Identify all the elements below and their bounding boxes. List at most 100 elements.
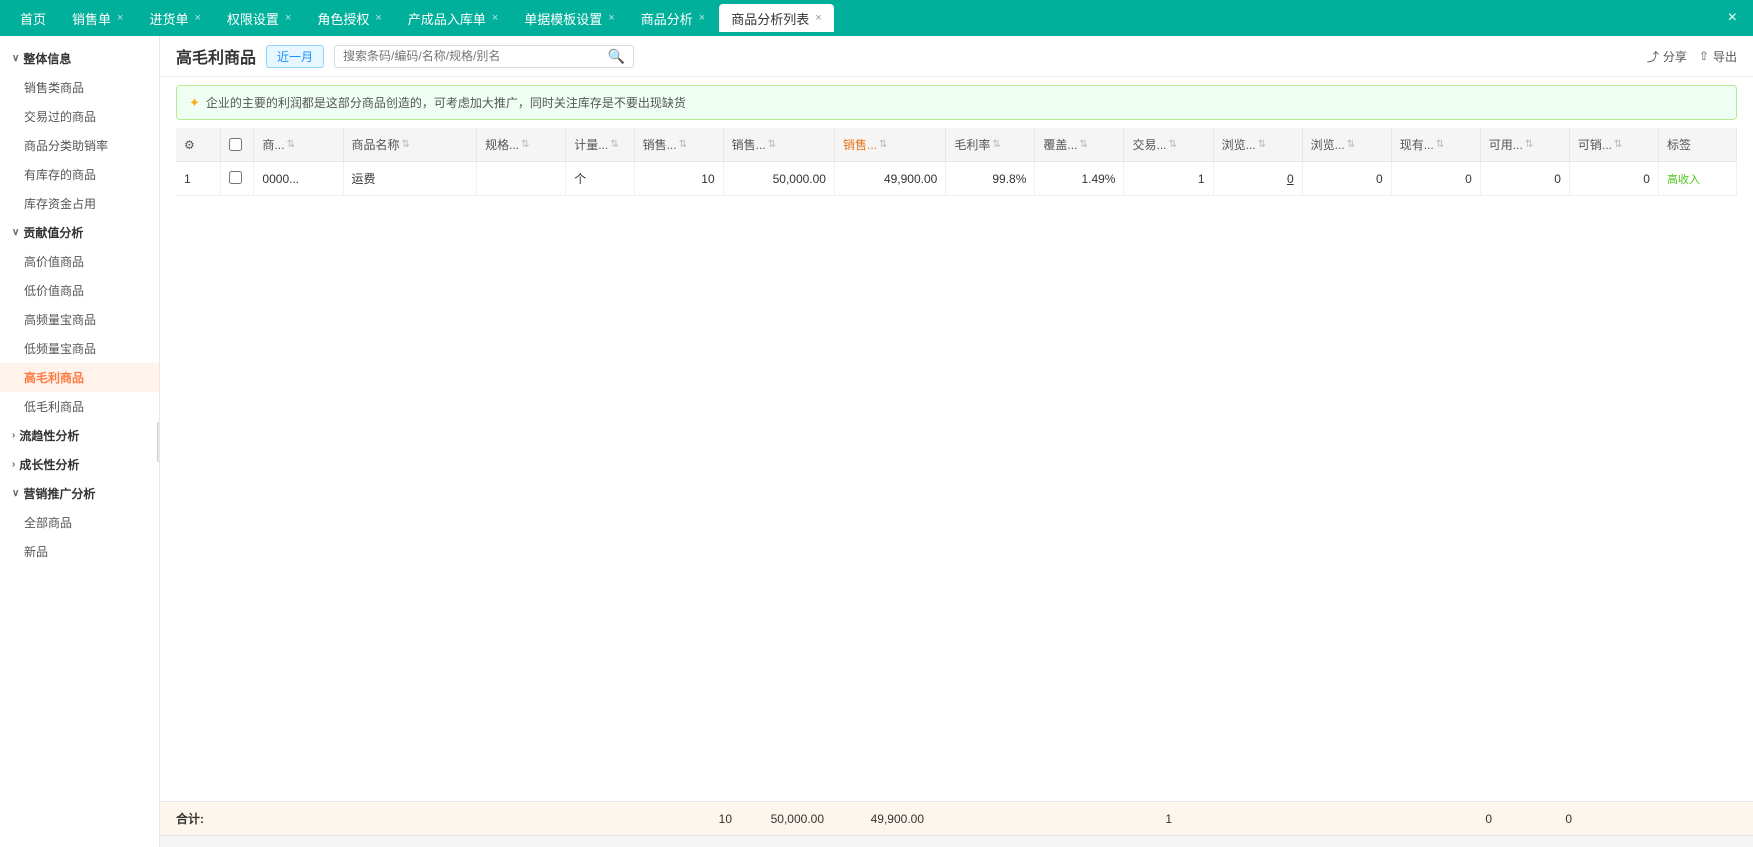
sidebar-group-marketing[interactable]: ∨ 营销推广分析: [0, 479, 159, 508]
select-all-checkbox[interactable]: [229, 138, 242, 151]
sidebar-item-new-goods[interactable]: 新品: [0, 537, 159, 566]
search-input[interactable]: [343, 49, 604, 63]
close-role-permissions[interactable]: ×: [375, 12, 381, 24]
export-icon: ⇧: [1699, 49, 1709, 63]
sort-code-icon: ⇅: [286, 139, 294, 150]
wealth-arrow: ∨: [12, 227, 19, 238]
close-product-analysis-list[interactable]: ×: [815, 12, 821, 24]
sidebar-collapse-button[interactable]: «: [157, 422, 160, 462]
growth-arrow: ›: [12, 459, 15, 470]
th-unit[interactable]: 计量...⇅: [566, 128, 634, 162]
th-browse2[interactable]: 浏览...⇅: [1302, 128, 1391, 162]
tab-purchase-order[interactable]: 进货单 ×: [137, 4, 212, 32]
close-product-analysis[interactable]: ×: [699, 12, 705, 24]
footer-trade: 1: [1092, 812, 1172, 826]
sidebar-group-overall[interactable]: ∨ 整体信息: [0, 44, 159, 73]
info-icon: ✦: [189, 95, 200, 111]
footer-sales-amount: 50,000.00: [732, 812, 832, 826]
close-sales-order[interactable]: ×: [117, 12, 123, 24]
th-browse1[interactable]: 浏览...⇅: [1213, 128, 1302, 162]
footer-label: 合计:: [176, 810, 226, 827]
close-permission-settings[interactable]: ×: [285, 12, 291, 24]
search-box: 🔍: [334, 45, 634, 68]
sidebar-item-high-margin[interactable]: 高毛利商品: [0, 363, 159, 392]
tab-sales-order[interactable]: 销售单 ×: [60, 4, 135, 32]
th-settings[interactable]: ⚙: [176, 128, 221, 162]
th-code[interactable]: 商...⇅: [254, 128, 343, 162]
footer-sales-profit: 49,900.00: [832, 812, 932, 826]
cell-browse1[interactable]: 0: [1213, 162, 1302, 196]
th-sales-amount[interactable]: 销售...⇅: [723, 128, 834, 162]
th-available[interactable]: 可用...⇅: [1480, 128, 1569, 162]
th-spec[interactable]: 规格...⇅: [477, 128, 566, 162]
sort-sales-amount-icon: ⇅: [768, 139, 776, 150]
th-coverage[interactable]: 覆盖...⇅: [1035, 128, 1124, 162]
filter-month-button[interactable]: 近一月: [266, 45, 324, 68]
sidebar-item-traded-goods[interactable]: 交易过的商品: [0, 102, 159, 131]
cell-available: 0: [1480, 162, 1569, 196]
sidebar-item-low-frequency[interactable]: 低频量宝商品: [0, 334, 159, 363]
cell-current: 0: [1391, 162, 1480, 196]
bottom-scrollbar[interactable]: [160, 835, 1753, 847]
cell-trade: 1: [1124, 162, 1213, 196]
cell-sales-profit: 49,900.00: [834, 162, 945, 196]
sort-sales-qty-icon: ⇅: [679, 139, 687, 150]
tab-product-analysis[interactable]: 商品分析 ×: [629, 4, 717, 32]
export-button[interactable]: ⇧ 导出: [1699, 48, 1737, 65]
sidebar-item-goods-assist-rate[interactable]: 商品分类助销率: [0, 131, 159, 160]
cell-code[interactable]: 0000...: [254, 162, 343, 196]
sidebar-item-inventory-goods[interactable]: 有库存的商品: [0, 160, 159, 189]
th-name[interactable]: 商品名称⇅: [343, 128, 477, 162]
th-sales-qty[interactable]: 销售...⇅: [634, 128, 723, 162]
sidebar-item-high-value[interactable]: 高价值商品: [0, 247, 159, 276]
cell-browse2: 0: [1302, 162, 1391, 196]
cell-sellable: 0: [1569, 162, 1658, 196]
tab-product-entry[interactable]: 产成品入库单 ×: [396, 4, 510, 32]
row-checkbox[interactable]: [229, 171, 242, 184]
tab-home[interactable]: 首页: [8, 4, 58, 32]
th-margin-rate[interactable]: 毛利率⇅: [946, 128, 1035, 162]
marketing-arrow: ∨: [12, 488, 19, 499]
cell-name[interactable]: 运费: [343, 162, 477, 196]
content-area: 高毛利商品 近一月 🔍 ⤴ 分享 ⇧ 导出 ✦ 企业的主要的利润都是这部分商品创…: [160, 36, 1753, 847]
sidebar-group-trend[interactable]: › 流趋性分析: [0, 421, 159, 450]
close-purchase-order[interactable]: ×: [194, 12, 200, 24]
sort-browse2-icon: ⇅: [1347, 139, 1355, 150]
sidebar-group-wealth[interactable]: ∨ 贡献值分析: [0, 218, 159, 247]
sort-unit-icon: ⇅: [610, 139, 618, 150]
tab-permission-settings[interactable]: 权限设置 ×: [215, 4, 303, 32]
sidebar-item-inventory-ratio[interactable]: 库存资金占用: [0, 189, 159, 218]
th-current[interactable]: 现有...⇅: [1391, 128, 1480, 162]
sidebar-item-all-goods[interactable]: 全部商品: [0, 508, 159, 537]
th-sellable[interactable]: 可销...⇅: [1569, 128, 1658, 162]
cell-checkbox[interactable]: [221, 162, 254, 196]
trend-arrow: ›: [12, 430, 15, 441]
th-sales-profit[interactable]: 销售...⇅: [834, 128, 945, 162]
tab-single-template[interactable]: 单据模板设置 ×: [512, 4, 626, 32]
th-tag[interactable]: 标签: [1658, 128, 1736, 162]
table-wrapper[interactable]: ⚙ 商...⇅ 商品名称⇅ 规格...⇅: [160, 128, 1753, 801]
sidebar-group-growth[interactable]: › 成长性分析: [0, 450, 159, 479]
search-icon[interactable]: 🔍: [608, 48, 625, 65]
sidebar-item-high-frequency[interactable]: 高频量宝商品: [0, 305, 159, 334]
close-product-entry[interactable]: ×: [492, 12, 498, 24]
top-nav: 首页 销售单 × 进货单 × 权限设置 × 角色授权 × 产成品入库单 × 单据…: [0, 0, 1753, 36]
data-table: ⚙ 商...⇅ 商品名称⇅ 规格...⇅: [176, 128, 1737, 196]
cell-spec: [477, 162, 566, 196]
tab-product-analysis-list[interactable]: 商品分析列表 ×: [719, 4, 833, 32]
window-close-button[interactable]: ×: [1720, 9, 1745, 27]
cell-seq: 1: [176, 162, 221, 196]
tab-role-permissions[interactable]: 角色授权 ×: [305, 4, 393, 32]
close-single-template[interactable]: ×: [608, 12, 614, 24]
sidebar-item-low-value[interactable]: 低价值商品: [0, 276, 159, 305]
sort-name-icon: ⇅: [402, 139, 410, 150]
share-button[interactable]: ⤴ 分享: [1647, 48, 1687, 65]
browse1-link[interactable]: 0: [1287, 172, 1294, 186]
sidebar-item-sales-goods[interactable]: 销售类商品: [0, 73, 159, 102]
th-checkbox[interactable]: [221, 128, 254, 162]
sidebar-item-low-margin[interactable]: 低毛利商品: [0, 392, 159, 421]
overall-arrow: ∨: [12, 53, 19, 64]
cell-unit: 个: [566, 162, 634, 196]
main-layout: « ∨ 整体信息 销售类商品 交易过的商品 商品分类助销率 有库存的商品 库存资…: [0, 36, 1753, 847]
th-trade[interactable]: 交易...⇅: [1124, 128, 1213, 162]
